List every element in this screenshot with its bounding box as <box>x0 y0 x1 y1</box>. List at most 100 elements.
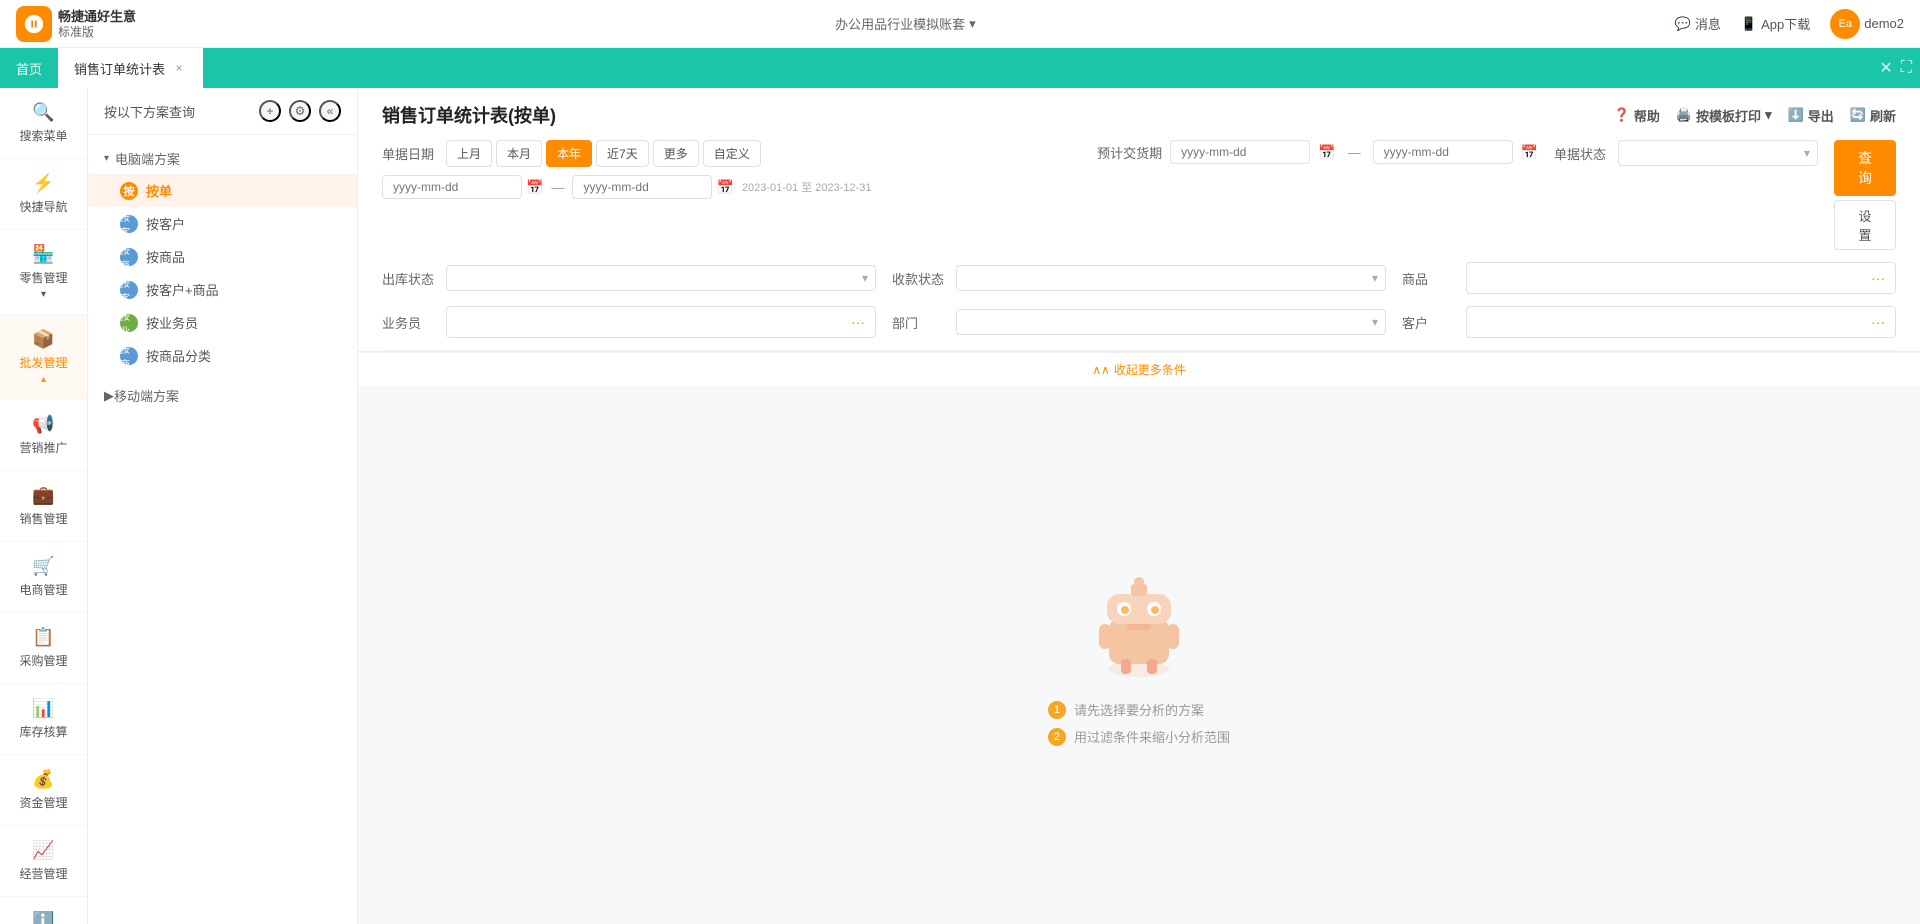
page-title-bar: 销售订单统计表(按单) ❓ 帮助 🖨️ 按模板打印 ▾ ⬇️ <box>382 102 1896 128</box>
finance-icon: 💰 <box>8 769 79 790</box>
sidebar-item-operations[interactable]: 📈 经营管理 <box>0 826 87 897</box>
scheme-item-by-category[interactable]: 按商 按商品分类 <box>88 339 357 372</box>
export-btn[interactable]: ⬇️ 导出 <box>1788 106 1834 125</box>
expected-start-icon[interactable]: 📅 <box>1318 144 1335 161</box>
inventory-label: 库存核算 <box>8 723 79 740</box>
doc-state-area: 单据状态 <box>1554 140 1818 166</box>
pc-group-arrow: ▾ <box>104 153 109 164</box>
tab-close-window-btn[interactable]: ✕ <box>1879 58 1892 78</box>
quick-nav-icon: ⚡ <box>8 173 79 194</box>
sidebar-item-purchase[interactable]: 📋 采购管理 <box>0 613 87 684</box>
user-info[interactable]: Ea demo2 <box>1830 9 1904 39</box>
expected-start-input[interactable] <box>1170 140 1310 164</box>
retail-icon: 🏪 <box>8 244 79 265</box>
retail-arrow: ▾ <box>41 289 46 300</box>
mobile-scheme-group-header[interactable]: ▶ 移动端方案 <box>88 380 357 411</box>
expected-delivery-label: 预计交货期 <box>1097 143 1162 162</box>
scheme-item-by-staff[interactable]: 按业 按业务员 <box>88 306 357 339</box>
out-state-select[interactable] <box>446 265 876 291</box>
scheme-label-by-cust-goods: 按客户+商品 <box>146 280 219 299</box>
goods-more-btn[interactable]: ··· <box>1871 270 1885 286</box>
retail-label: 零售管理 <box>8 269 79 286</box>
expected-end-icon[interactable]: 📅 <box>1521 144 1538 161</box>
purchase-icon: 📋 <box>8 627 79 648</box>
doc-state-select[interactable] <box>1618 140 1818 166</box>
out-state-label: 出库状态 <box>382 269 438 288</box>
department-select[interactable] <box>956 309 1386 335</box>
empty-svg <box>1079 564 1199 684</box>
print-dropdown-icon: ▾ <box>1765 107 1772 123</box>
payment-state-area: 收款状态 <box>892 265 1386 291</box>
empty-state: 1 请先选择要分析的方案 2 用过滤条件来缩小分析范围 <box>358 386 1920 924</box>
setting-btn[interactable]: 设置 <box>1834 200 1896 250</box>
print-btn[interactable]: 🖨️ 按模板打印 ▾ <box>1676 106 1772 125</box>
sidebar-item-ecommerce[interactable]: 🛒 电商管理 <box>0 542 87 613</box>
tip-num-1: 1 <box>1048 701 1066 719</box>
out-state-area: 出库状态 <box>382 265 876 291</box>
print-icon: 🖨️ <box>1676 107 1692 123</box>
enterprise-selector[interactable]: 办公用品行业模拟账套 ▾ <box>835 14 976 33</box>
date-start-input[interactable] <box>382 175 522 199</box>
date-btn-more[interactable]: 更多 <box>653 140 699 167</box>
date-btn-this-year[interactable]: 本年 <box>546 140 592 167</box>
customer-area: 客户 ··· <box>1402 306 1896 338</box>
salesperson-area: 业务员 ··· <box>382 306 876 338</box>
date-start-icon[interactable]: 📅 <box>526 179 543 196</box>
query-btn[interactable]: 查询 <box>1834 140 1896 196</box>
tab-sales-order[interactable]: 销售订单统计表 × <box>58 48 203 88</box>
sidebar-item-inventory[interactable]: 📊 库存核算 <box>0 684 87 755</box>
scheme-item-by-customer[interactable]: 按客 按客户 <box>88 207 357 240</box>
pc-scheme-group-header[interactable]: ▾ 电脑端方案 <box>88 143 357 174</box>
help-btn[interactable]: ❓ 帮助 <box>1614 106 1660 125</box>
date-btn-custom[interactable]: 自定义 <box>703 140 761 167</box>
sidebar-item-quick-nav[interactable]: ⚡ 快捷导航 <box>0 159 87 230</box>
payment-state-select[interactable] <box>956 265 1386 291</box>
message-btn[interactable]: 💬 消息 <box>1675 14 1721 33</box>
refresh-btn[interactable]: 🔄 刷新 <box>1850 106 1896 125</box>
message-label: 消息 <box>1695 14 1721 33</box>
app-download-btn[interactable]: 📱 App下载 <box>1741 14 1810 33</box>
scheme-add-btn[interactable]: + <box>259 100 281 122</box>
page-title: 销售订单统计表(按单) <box>382 102 556 128</box>
sidebar-item-finance[interactable]: 💰 资金管理 <box>0 755 87 826</box>
sidebar-item-retail[interactable]: 🏪 零售管理 ▾ <box>0 230 87 315</box>
scheme-settings-btn[interactable]: ⚙ <box>289 100 311 122</box>
empty-tips: 1 请先选择要分析的方案 2 用过滤条件来缩小分析范围 <box>1048 700 1230 746</box>
date-btn-last-month[interactable]: 上月 <box>446 140 492 167</box>
wholesale-arrow: ▴ <box>41 374 46 385</box>
sidebar-item-search-menu[interactable]: 🔍 搜索菜单 <box>0 88 87 159</box>
date-end-input[interactable] <box>572 175 712 199</box>
sidebar-item-basic[interactable]: ℹ️ 基础信息 <box>0 897 87 924</box>
logo-svg <box>23 13 45 35</box>
doc-state-select-wrap <box>1618 140 1818 166</box>
tab-expand-btn[interactable]: ⛶ <box>1901 59 1912 77</box>
logo-brand: 畅捷通好生意 <box>58 6 136 25</box>
date-btn-last7days[interactable]: 近7天 <box>596 140 649 167</box>
customer-more-btn[interactable]: ··· <box>1871 314 1885 330</box>
tab-home[interactable]: 首页 <box>0 48 58 88</box>
collapse-label: 收起更多条件 <box>1114 361 1186 378</box>
filter-row-2: 出库状态 收款状态 <box>382 262 1896 294</box>
ecommerce-label: 电商管理 <box>8 581 79 598</box>
collapse-bar[interactable]: ∧∧ 收起更多条件 <box>358 352 1920 386</box>
sidebar-item-marketing[interactable]: 📢 营销推广 <box>0 400 87 471</box>
sidebar-item-sales[interactable]: 💼 销售管理 <box>0 471 87 542</box>
salesperson-more-btn[interactable]: ··· <box>851 314 865 330</box>
scheme-collapse-btn[interactable]: « <box>319 100 341 122</box>
search-menu-label: 搜索菜单 <box>8 127 79 144</box>
enterprise-name: 办公用品行业模拟账套 <box>835 14 965 33</box>
date-end-icon[interactable]: 📅 <box>716 179 733 196</box>
scheme-item-by-goods[interactable]: 按商 按商品 <box>88 240 357 273</box>
operations-label: 经营管理 <box>8 865 79 882</box>
date-btn-this-month[interactable]: 本月 <box>496 140 542 167</box>
quick-nav-label: 快捷导航 <box>8 198 79 215</box>
expected-end-input[interactable] <box>1373 140 1513 164</box>
payment-state-select-wrap <box>956 265 1386 291</box>
sidebar-item-wholesale[interactable]: 📦 批发管理 ▴ <box>0 315 87 400</box>
tab-close-btn[interactable]: × <box>171 60 187 76</box>
operations-icon: 📈 <box>8 840 79 861</box>
scheme-item-by-cust-goods[interactable]: 按客 按客户+商品 <box>88 273 357 306</box>
scheme-item-by-order[interactable]: 按 按单 <box>88 174 357 207</box>
basic-icon: ℹ️ <box>8 911 79 924</box>
help-label: 帮助 <box>1634 106 1660 125</box>
